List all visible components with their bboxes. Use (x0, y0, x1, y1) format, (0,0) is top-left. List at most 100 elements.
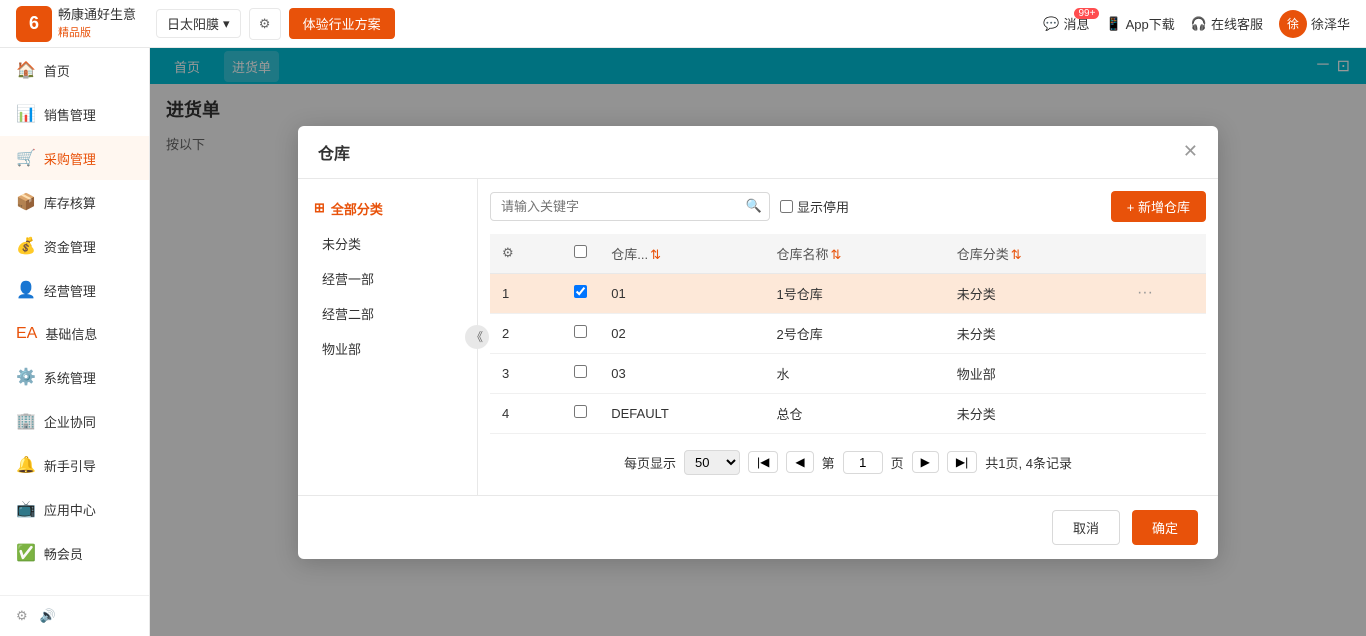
select-all-checkbox[interactable] (574, 245, 587, 258)
search-icon[interactable]: 🔍 (746, 198, 762, 214)
table-panel: 🔍 显示停用 + 新增仓库 ⚙ (478, 179, 1218, 495)
cell-category: 物业部 (945, 353, 1125, 393)
sidebar-item-enterprise[interactable]: 🏢 企业协同 (0, 399, 149, 443)
cell-category: 未分类 (945, 313, 1125, 353)
search-input[interactable] (490, 192, 770, 221)
category-ops1[interactable]: 经营一部 (298, 261, 477, 296)
all-categories-button[interactable]: ⊞ 全部分类 (298, 191, 477, 226)
sidebar-item-purchase[interactable]: 🛒 采购管理 (0, 136, 149, 180)
th-code: 仓库...⇅ (599, 234, 764, 274)
app-icon: 📺 (16, 499, 36, 519)
avatar: 徐 (1279, 10, 1307, 38)
cell-code: 02 (599, 313, 764, 353)
table-row[interactable]: 3 03 水 物业部 (490, 353, 1206, 393)
prev-page-button[interactable]: ◀ (786, 451, 813, 473)
trial-button[interactable]: 体验行业方案 (289, 8, 395, 39)
logo-name: 畅康通好生意 (58, 7, 136, 24)
sidebar-label-enterprise: 企业协同 (44, 412, 96, 431)
sidebar-item-guide[interactable]: 🔔 新手引导 (0, 443, 149, 487)
online-service-button[interactable]: 🎧 在线客服 (1191, 14, 1263, 33)
category-unclassified[interactable]: 未分类 (298, 226, 477, 261)
phone-icon: 📱 (1105, 16, 1121, 32)
row-checkbox[interactable] (574, 405, 587, 418)
sidebar: 🏠 首页 📊 销售管理 🛒 采购管理 📦 库存核算 💰 资金管理 👤 经营管理 … (0, 48, 150, 636)
first-page-button[interactable]: |◀ (748, 451, 778, 473)
warehouse-modal: 仓库 ✕ ⊞ 全部分类 未分类 经营一部 经营二部 物业部 (298, 126, 1218, 559)
online-service-label: 在线客服 (1211, 14, 1263, 33)
modal-close-button[interactable]: ✕ (1183, 141, 1198, 162)
row-action-menu[interactable]: ··· (1137, 284, 1153, 301)
store-name: 日太阳膜 (167, 14, 219, 33)
cell-checkbox[interactable] (562, 353, 599, 393)
sidebar-item-operation[interactable]: 👤 经营管理 (0, 268, 149, 312)
sidebar-item-home[interactable]: 🏠 首页 (0, 48, 149, 92)
per-page-select[interactable]: 50 100 200 (684, 450, 740, 475)
cell-checkbox[interactable] (562, 313, 599, 353)
sidebar-label-sales: 销售管理 (44, 105, 96, 124)
page-label: 第 (822, 453, 835, 472)
all-categories-label: 全部分类 (331, 199, 383, 218)
purchase-icon: 🛒 (16, 148, 36, 168)
show-disabled-checkbox[interactable] (780, 200, 793, 213)
collapse-panel-button[interactable]: 《 (465, 325, 489, 349)
member-icon: ✅ (16, 543, 36, 563)
show-disabled-label[interactable]: 显示停用 (780, 197, 849, 216)
add-warehouse-button[interactable]: + 新增仓库 (1111, 191, 1206, 222)
table-row[interactable]: 2 02 2号仓库 未分类 (490, 313, 1206, 353)
user-menu[interactable]: 徐 徐泽华 (1279, 10, 1350, 38)
cell-actions[interactable] (1125, 353, 1206, 393)
cell-code: DEFAULT (599, 393, 764, 433)
main-layout: 🏠 首页 📊 销售管理 🛒 采购管理 📦 库存核算 💰 资金管理 👤 经营管理 … (0, 48, 1366, 636)
store-selector[interactable]: 日太阳膜 ▾ (156, 9, 241, 38)
row-checkbox[interactable] (574, 325, 587, 338)
last-page-button[interactable]: ▶| (947, 451, 977, 473)
top-header: 6 畅康通好生意 精品版 日太阳膜 ▾ ⚙ 体验行业方案 💬 消息 99+ 📱 … (0, 0, 1366, 48)
total-info: 共1页, 4条记录 (985, 453, 1072, 472)
row-checkbox[interactable] (574, 285, 587, 298)
sidebar-item-inventory[interactable]: 📦 库存核算 (0, 180, 149, 224)
logo-version: 精品版 (58, 24, 136, 40)
cell-category: 未分类 (945, 273, 1125, 313)
category-panel: ⊞ 全部分类 未分类 经营一部 经营二部 物业部 《 (298, 179, 478, 495)
cell-actions[interactable]: ··· (1125, 273, 1206, 313)
sidebar-item-member[interactable]: ✅ 畅会员 (0, 531, 149, 575)
page-input[interactable] (843, 451, 883, 474)
table-row[interactable]: 1 01 1号仓库 未分类 ··· (490, 273, 1206, 313)
cell-checkbox[interactable] (562, 393, 599, 433)
sidebar-item-system[interactable]: ⚙️ 系统管理 (0, 355, 149, 399)
sidebar-label-inventory: 库存核算 (44, 193, 96, 212)
confirm-button[interactable]: 确定 (1132, 510, 1198, 545)
cancel-button[interactable]: 取消 (1052, 510, 1120, 545)
chevron-down-icon: ▾ (223, 16, 230, 32)
category-property[interactable]: 物业部 (298, 331, 477, 366)
app-download-button[interactable]: 📱 App下载 (1105, 14, 1174, 33)
next-page-button[interactable]: ▶ (912, 451, 939, 473)
category-ops2[interactable]: 经营二部 (298, 296, 477, 331)
messages-button[interactable]: 💬 消息 99+ (1043, 14, 1089, 33)
table-row[interactable]: 4 DEFAULT 总仓 未分类 (490, 393, 1206, 433)
guide-icon: 🔔 (16, 455, 36, 475)
th-name: 仓库名称⇅ (765, 234, 945, 274)
row-checkbox[interactable] (574, 365, 587, 378)
finance-icon: 💰 (16, 236, 36, 256)
enterprise-icon: 🏢 (16, 411, 36, 431)
cell-actions[interactable] (1125, 393, 1206, 433)
sidebar-settings-icon[interactable]: ⚙ (16, 608, 28, 624)
sidebar-label-purchase: 采购管理 (44, 149, 96, 168)
cell-code: 01 (599, 273, 764, 313)
settings-button[interactable]: ⚙ (249, 8, 281, 40)
sidebar-item-sales[interactable]: 📊 销售管理 (0, 92, 149, 136)
cell-actions[interactable] (1125, 313, 1206, 353)
app-download-label: App下载 (1126, 14, 1175, 33)
sidebar-item-basic[interactable]: EA 基础信息 (0, 312, 149, 355)
th-actions (1125, 234, 1206, 274)
operation-icon: 👤 (16, 280, 36, 300)
message-icon: 💬 (1043, 16, 1059, 32)
sidebar-item-app[interactable]: 📺 应用中心 (0, 487, 149, 531)
sidebar-label-operation: 经营管理 (44, 281, 96, 300)
cell-checkbox[interactable] (562, 273, 599, 313)
logo-area: 6 畅康通好生意 精品版 (16, 6, 136, 42)
sidebar-volume-icon[interactable]: 🔊 (40, 608, 56, 624)
cell-name: 总仓 (765, 393, 945, 433)
sidebar-item-finance[interactable]: 💰 资金管理 (0, 224, 149, 268)
